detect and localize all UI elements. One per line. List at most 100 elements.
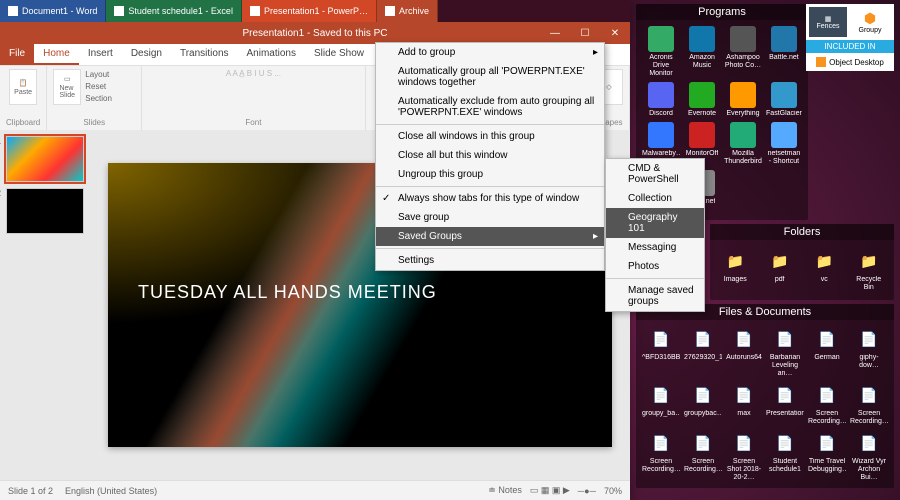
menu-item[interactable]: Settings (376, 251, 604, 270)
desktop-icon[interactable]: 📁pdf (763, 248, 798, 292)
desktop-icon[interactable]: 📄groupybac… (684, 382, 722, 426)
file-icon: 📄 (731, 326, 757, 352)
file-icon: 📁 (722, 248, 748, 274)
desktop-icon[interactable]: Mozilla Thunderbird (724, 122, 762, 166)
zoom-slider[interactable]: ─●─ (578, 486, 596, 496)
desktop-icon[interactable]: 📄groupy_ba… (642, 382, 680, 426)
file-icon (689, 122, 715, 148)
desktop-icon[interactable]: Acronis Drive Monitor (642, 26, 680, 78)
minimize-button[interactable]: — (540, 22, 570, 44)
ribbon-tab-design[interactable]: Design (122, 44, 171, 65)
desktop-icon[interactable]: 📄Screen Recording… (850, 382, 888, 426)
desktop-icon[interactable]: 📄Screen Shot 2018-20-2… (726, 430, 762, 482)
ribbon-tab-home[interactable]: Home (34, 44, 79, 65)
menu-item[interactable]: Always show tabs for this type of window (376, 189, 604, 208)
desktop-icon[interactable]: 📁Recycle Bin (852, 248, 887, 292)
desktop-icon[interactable]: 📁vc (807, 248, 842, 292)
file-icon (648, 26, 674, 52)
thumbnail-1[interactable] (6, 136, 84, 182)
app-icon (250, 6, 260, 16)
close-button[interactable]: ✕ (600, 22, 630, 44)
desktop-icon[interactable]: 📄^BFD316BB… (642, 326, 680, 378)
context-menu: Add to groupAutomatically group all 'POW… (375, 42, 605, 271)
desktop-icon[interactable]: 📄Time Travel Debugging… (808, 430, 846, 482)
ribbon-tab-animations[interactable]: Animations (238, 44, 305, 65)
groupy-tab-bar: Document1 - WordStudent schedule1 - Exce… (0, 0, 630, 22)
menu-item[interactable]: Photos (606, 257, 704, 276)
menu-item[interactable]: Automatically exclude from auto grouping… (376, 92, 604, 122)
menu-item[interactable]: Ungroup this group (376, 165, 604, 184)
ribbon-tab-file[interactable]: File (0, 44, 34, 65)
desktop-icon[interactable]: 📄Screen Recording… (808, 382, 846, 426)
menu-item[interactable]: Close all but this window (376, 146, 604, 165)
ribbon-tab-transitions[interactable]: Transitions (171, 44, 238, 65)
fences-logo[interactable]: ▦Fences (809, 7, 847, 37)
menu-item[interactable]: Manage saved groups (606, 281, 704, 311)
file-icon: 📄 (731, 382, 757, 408)
file-icon: 📄 (772, 326, 798, 352)
groupy-tab[interactable]: Presentation1 - PowerP… (242, 0, 377, 22)
desktop-icon[interactable]: 📄max (726, 382, 762, 426)
language-status[interactable]: English (United States) (65, 486, 157, 496)
layout-button[interactable]: Layout (85, 69, 135, 81)
thumbnail-2[interactable] (6, 188, 84, 234)
file-icon: 📄 (690, 430, 716, 456)
desktop-icon[interactable]: Ashampoo Photo Co… (724, 26, 762, 78)
app-icon (385, 6, 395, 16)
menu-item[interactable]: Automatically group all 'POWERPNT.EXE' w… (376, 62, 604, 92)
file-icon (771, 122, 797, 148)
desktop-icon[interactable]: 📄Student schedule1 (766, 430, 804, 482)
reset-button[interactable]: Reset (85, 81, 135, 93)
desktop-icon[interactable]: 📄Screen Recording… (684, 430, 722, 482)
file-icon (648, 82, 674, 108)
desktop-icon[interactable]: 📄27629320_1… (684, 326, 722, 378)
file-icon: 📄 (814, 326, 840, 352)
desktop-icon[interactable]: Discord (642, 82, 680, 118)
menu-item[interactable]: Messaging (606, 238, 704, 257)
object-desktop-link[interactable]: Object Desktop (806, 53, 894, 71)
menu-item[interactable]: Geography 101 (606, 208, 704, 238)
slide-title-text[interactable]: TUESDAY ALL HANDS MEETING (138, 282, 437, 303)
file-icon (648, 122, 674, 148)
groupy-tab[interactable]: Document1 - Word (0, 0, 106, 22)
desktop-icon[interactable]: 📄giphy-dow… (850, 326, 888, 378)
ribbon-group-slides: ▭New Slide Layout Reset Section Slides (47, 66, 142, 130)
zoom-level[interactable]: 70% (604, 486, 622, 496)
desktop-icon[interactable]: Amazon Music (684, 26, 720, 78)
notes-button[interactable]: ≐ Notes (488, 485, 522, 496)
menu-item[interactable]: CMD & PowerShell (606, 159, 704, 189)
desktop-icon[interactable]: Everything (724, 82, 762, 118)
maximize-button[interactable]: ☐ (570, 22, 600, 44)
menu-item[interactable]: Close all windows in this group (376, 127, 604, 146)
desktop-icon[interactable]: 📄Barbarian Leveling an… (766, 326, 804, 378)
desktop-icon[interactable]: 📄Screen Recording… (642, 430, 680, 482)
groupy-tab[interactable]: Archive (377, 0, 438, 22)
new-slide-button[interactable]: ▭New Slide (53, 69, 81, 105)
groupy-tab[interactable]: Student schedule1 - Excel (106, 0, 242, 22)
view-buttons[interactable]: ▭ ▦ ▣ ▶ (530, 485, 570, 496)
desktop-icon[interactable]: 📄Presentation1 (766, 382, 804, 426)
desktop-icon[interactable]: 📄German (808, 326, 846, 378)
desktop-icon[interactable]: 📄Autoruns64 (726, 326, 762, 378)
desktop-icon[interactable]: 📄Wizard Vyr Archon Bui… (850, 430, 888, 482)
menu-item[interactable]: Add to group (376, 43, 604, 62)
menu-item[interactable]: Collection (606, 189, 704, 208)
slide-counter[interactable]: Slide 1 of 2 (8, 486, 53, 496)
ribbon-tab-slide-show[interactable]: Slide Show (305, 44, 373, 65)
paste-button[interactable]: 📋Paste (9, 69, 37, 105)
groupy-logo[interactable]: ⬢Groupy (851, 7, 889, 37)
desktop-icon[interactable]: Battle.net (766, 26, 802, 78)
ribbon-tab-insert[interactable]: Insert (79, 44, 122, 65)
menu-item[interactable]: Saved Groups (376, 227, 604, 246)
desktop-icon[interactable]: FastGlacier (766, 82, 802, 118)
file-icon: 📄 (814, 430, 840, 456)
menu-item[interactable]: Save group (376, 208, 604, 227)
slide-options: Layout Reset Section (85, 69, 135, 105)
desktop-icon[interactable]: Evernote (684, 82, 720, 118)
file-icon (730, 26, 756, 52)
file-icon: 📄 (856, 326, 882, 352)
desktop-icon[interactable]: 📁Images (718, 248, 753, 292)
fence-files: Files & Documents 📄^BFD316BB…📄27629320_1… (636, 304, 894, 488)
desktop-icon[interactable]: netsetman - Shortcut (766, 122, 802, 166)
section-button[interactable]: Section (85, 93, 135, 105)
